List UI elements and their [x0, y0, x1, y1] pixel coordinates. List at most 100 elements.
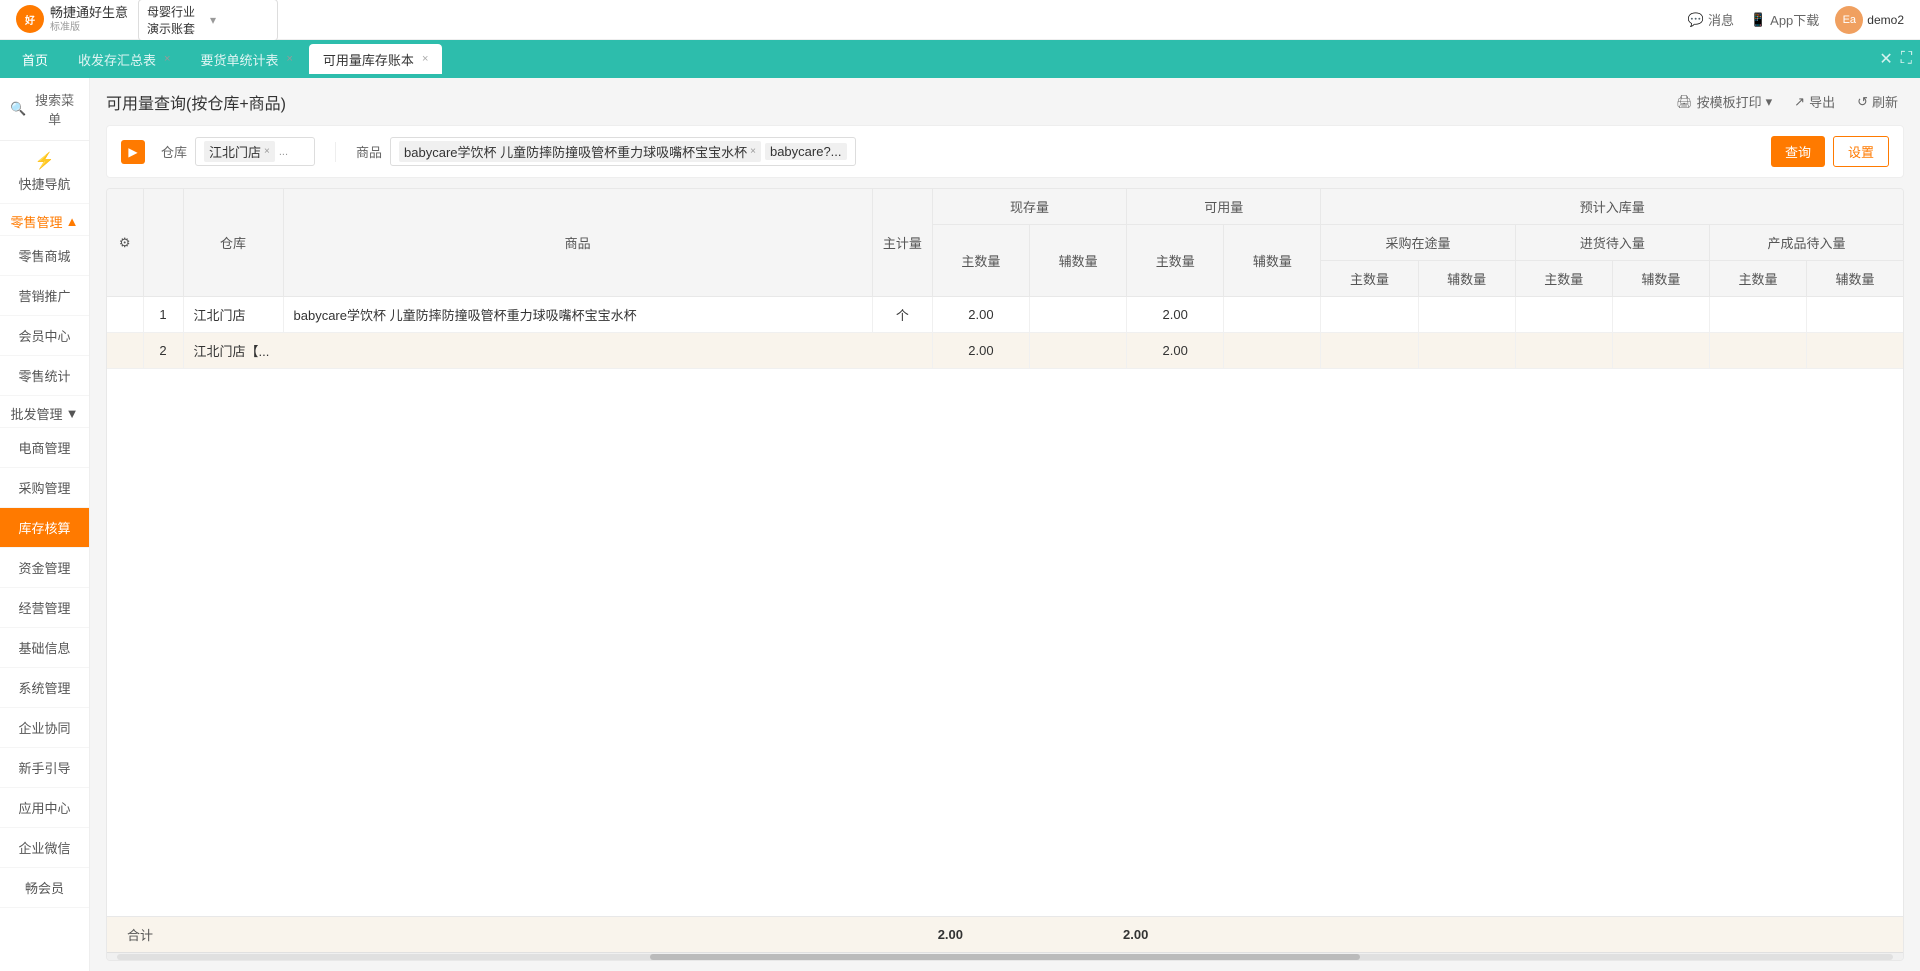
subtotal-stock-main: 2.00 [932, 333, 1029, 369]
sidebar-item-marketing[interactable]: 营销推广 [0, 276, 89, 316]
sidebar-item-inventory[interactable]: 库存核算 [0, 508, 89, 548]
logo-text: 畅捷通好生意 标准版 [50, 5, 128, 35]
sidebar-item-new-guide[interactable]: 新手引导 [0, 748, 89, 788]
subtotal-warehouse: 江北门店【... [183, 333, 932, 369]
td-pending-aux [1612, 297, 1709, 333]
sidebar-item-enterprise-wechat[interactable]: 企业微信 [0, 828, 89, 868]
nav-icon: ⚡ [35, 151, 55, 171]
goods-filter-tags[interactable]: babycare学饮杯 儿童防摔防撞吸管杯重力球吸嘴杯宝宝水杯 × babyca… [390, 137, 855, 166]
message-icon: 💬 [1688, 12, 1704, 28]
sidebar-item-ecommerce-mgmt[interactable]: 电商管理 [0, 428, 89, 468]
subtotal-product-main [1709, 333, 1806, 369]
table-scroll[interactable]: ⚙ 仓库 商品 主计量 现存量 可用量 预计入库量 主数量 辅数 [107, 189, 1903, 916]
app-download-button[interactable]: 📱 App下载 [1750, 10, 1819, 29]
search-menu-button[interactable]: 🔍 搜索菜单 [6, 86, 83, 132]
sidebar-item-sys-mgmt[interactable]: 系统管理 [0, 668, 89, 708]
th-purchase-aux: 辅数量 [1418, 261, 1515, 297]
sidebar-item-purchase-mgmt[interactable]: 采购管理 [0, 468, 89, 508]
settings-button[interactable]: 设置 [1833, 136, 1889, 167]
sidebar-item-vip-member[interactable]: 畅会员 [0, 868, 89, 908]
goods-tag-2: babycare?... [765, 143, 847, 160]
download-icon: 📱 [1750, 12, 1766, 28]
th-stock-aux: 辅数量 [1030, 225, 1127, 297]
td-avail-aux [1224, 297, 1321, 333]
sidebar-item-quick-nav[interactable]: ⚡ 快捷导航 [0, 141, 89, 204]
td-product-main [1709, 297, 1806, 333]
th-product-main: 主数量 [1709, 261, 1806, 297]
print-icon: 🖨 [1676, 94, 1693, 110]
tab-close-available-stock[interactable]: × [422, 53, 428, 65]
sidebar-item-finance-mgmt[interactable]: 资金管理 [0, 548, 89, 588]
nav-tabs: 首页 收发存汇总表 × 要货单统计表 × 可用量库存账本 × ✕ ⛶ [0, 40, 1920, 78]
message-button[interactable]: 💬 消息 [1688, 10, 1734, 29]
td-purchase-main [1321, 297, 1418, 333]
sidebar-item-retail-stats[interactable]: 零售统计 [0, 356, 89, 396]
sidebar-item-retail-store[interactable]: 零售商城 [0, 236, 89, 276]
sidebar: 🔍 搜索菜单 ⚡ 快捷导航 零售管理 ▲ 零售商城 营销推广 会员中心 零售统计 [0, 78, 90, 971]
th-stock-group: 现存量 [932, 189, 1126, 225]
warehouse-select[interactable]: 母婴行业演示账套 ▾ [138, 0, 278, 41]
query-button[interactable]: 查询 [1771, 136, 1825, 167]
tab-home[interactable]: 首页 [8, 44, 62, 74]
top-bar-left: 好 畅捷通好生意 标准版 母婴行业演示账套 ▾ [16, 0, 278, 41]
sidebar-item-app-center[interactable]: 应用中心 [0, 788, 89, 828]
subtotal-stock-aux [1030, 333, 1127, 369]
th-pending-main: 主数量 [1515, 261, 1612, 297]
goods-tag-1: babycare学饮杯 儿童防摔防撞吸管杯重力球吸嘴杯宝宝水杯 × [399, 141, 761, 162]
subtotal-product-aux [1807, 333, 1903, 369]
warehouse-filter-tags[interactable]: 江北门店 × ... [195, 137, 315, 166]
logo-area: 好 畅捷通好生意 标准版 [16, 5, 128, 35]
scrollbar-track [117, 954, 1893, 960]
page-title: 可用量查询(按仓库+商品) [106, 90, 286, 114]
td-goods: babycare学饮杯 儿童防摔防撞吸管杯重力球吸嘴杯宝宝水杯 [283, 297, 872, 333]
tab-order-stats[interactable]: 要货单统计表 × [186, 44, 306, 74]
th-product-aux: 辅数量 [1807, 261, 1903, 297]
chevron-down-icon: ▾ [210, 13, 269, 27]
chevron-icon: ▲ [66, 214, 79, 229]
filter-bar: ▶ 仓库 江北门店 × ... 商品 babycare学饮杯 儿童防摔防撞吸管杯… [106, 125, 1904, 178]
sidebar-item-retail-mgmt[interactable]: 零售管理 ▲ [0, 204, 89, 236]
th-stock-main: 主数量 [932, 225, 1029, 297]
main-layout: 🔍 搜索菜单 ⚡ 快捷导航 零售管理 ▲ 零售商城 营销推广 会员中心 零售统计 [0, 78, 1920, 971]
td-pending-main [1515, 297, 1612, 333]
td-product-aux [1807, 297, 1903, 333]
print-button[interactable]: 🖨 按模板打印 ▾ [1670, 88, 1778, 115]
subtotal-purchase-main [1321, 333, 1418, 369]
sidebar-item-member-center[interactable]: 会员中心 [0, 316, 89, 356]
tab-close-receive-send[interactable]: × [164, 53, 170, 65]
subtotal-avail-main: 2.00 [1127, 333, 1224, 369]
sidebar-item-operation-mgmt[interactable]: 经营管理 [0, 588, 89, 628]
subtotal-avail-aux [1224, 333, 1321, 369]
top-bar: 好 畅捷通好生意 标准版 母婴行业演示账套 ▾ 💬 消息 📱 App下载 Ea … [0, 0, 1920, 40]
tab-available-stock[interactable]: 可用量库存账本 × [309, 44, 442, 74]
td-no: 1 [143, 297, 183, 333]
sidebar-item-basic-info[interactable]: 基础信息 [0, 628, 89, 668]
user-area[interactable]: Ea demo2 [1835, 6, 1904, 34]
th-settings[interactable]: ⚙ [107, 189, 143, 297]
tab-close-order-stats[interactable]: × [286, 53, 292, 65]
warehouse-tag: 江北门店 × [204, 141, 275, 162]
th-goods: 商品 [283, 189, 872, 297]
export-button[interactable]: ↗ 导出 [1788, 88, 1841, 115]
table-scrollbar[interactable] [107, 952, 1903, 960]
goods-tag-1-close[interactable]: × [750, 146, 756, 157]
footer-label: 合计 [117, 925, 153, 944]
th-warehouse: 仓库 [183, 189, 283, 297]
warehouse-filter-group: 仓库 江北门店 × ... [161, 137, 315, 166]
warehouse-tag-close[interactable]: × [264, 146, 270, 157]
close-all-tabs-button[interactable]: ✕ [1879, 49, 1892, 69]
footer-stock-main: 2.00 [938, 927, 963, 942]
expand-tabs-button[interactable]: ⛶ [1901, 50, 1912, 68]
filter-actions: 查询 设置 [1771, 136, 1889, 167]
tab-receive-send[interactable]: 收发存汇总表 × [64, 44, 184, 74]
expand-filter-button[interactable]: ▶ [121, 140, 145, 164]
top-bar-right: 💬 消息 📱 App下载 Ea demo2 [1688, 6, 1904, 34]
refresh-button[interactable]: ↺ 刷新 [1851, 88, 1904, 115]
sidebar-item-wholesale-mgmt[interactable]: 批发管理 ▼ [0, 396, 89, 428]
sidebar-item-enterprise-collab[interactable]: 企业协同 [0, 708, 89, 748]
goods-label: 商品 [356, 142, 382, 161]
logo-icon: 好 [16, 5, 44, 33]
page-header: 可用量查询(按仓库+商品) 🖨 按模板打印 ▾ ↗ 导出 ↺ 刷新 [90, 78, 1920, 115]
th-purchase-main: 主数量 [1321, 261, 1418, 297]
chevron-down-icon: ▾ [1766, 94, 1773, 110]
